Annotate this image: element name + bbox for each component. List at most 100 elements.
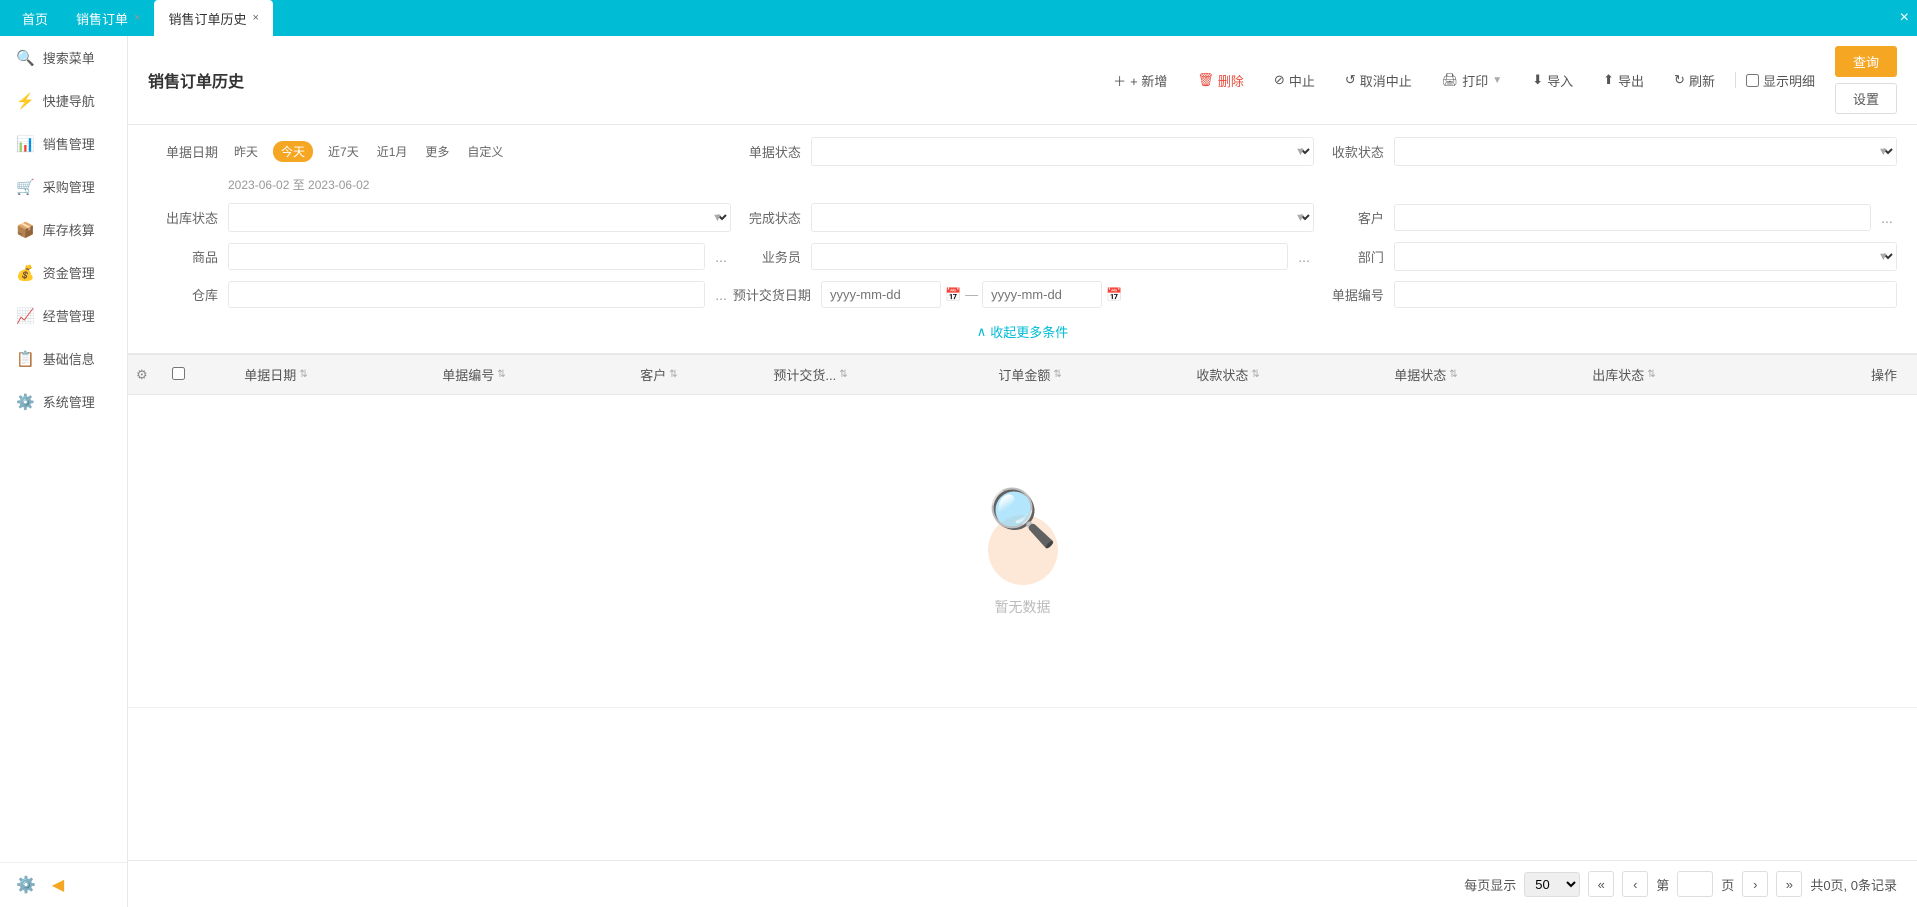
date-custom[interactable]: 自定义 [461, 141, 509, 162]
show-details-checkbox-wrap[interactable]: 显示明细 [1746, 71, 1815, 90]
delete-button[interactable]: 🗑 删除 [1187, 66, 1254, 95]
per-page-select[interactable]: 50 10 20 100 [1524, 872, 1580, 897]
salesperson-ellipsis[interactable]: ... [1294, 249, 1314, 265]
top-bar: 首页 销售订单 × 销售订单历史 × × [0, 0, 1917, 36]
order-status-sort-icon: ⇅ [1449, 369, 1457, 380]
department-select-wrap: ▼ [1394, 242, 1897, 271]
customer-label: 客户 [1314, 208, 1394, 227]
th-order-status-label: 单据状态 [1394, 365, 1446, 384]
delivery-date-end-input[interactable] [982, 281, 1102, 308]
sidebar-item-system-mgmt[interactable]: ⚙️ 系统管理 [0, 380, 127, 423]
first-page-button[interactable]: « [1588, 871, 1614, 897]
column-settings-icon[interactable]: ⚙ [136, 367, 148, 382]
amount-sort-icon: ⇅ [1053, 369, 1061, 380]
tab-sales-order[interactable]: 销售订单 × [62, 0, 154, 36]
filter-order-status-group: 单据状态 ▼ [731, 137, 1314, 166]
table-header-row: ⚙ 单据日期 ⇅ 单据编号 [128, 355, 1917, 395]
out-status-select[interactable] [228, 203, 731, 232]
import-button[interactable]: ⬇ 导入 [1522, 66, 1583, 95]
setting-button[interactable]: 设置 [1835, 83, 1897, 114]
th-amount-sort[interactable]: 订单金额 ⇅ [998, 365, 1180, 384]
th-order-status-sort[interactable]: 单据状态 ⇅ [1394, 365, 1576, 384]
table-area: ⚙ 单据日期 ⇅ 单据编号 [128, 354, 1917, 860]
department-label: 部门 [1314, 247, 1394, 266]
stop-button[interactable]: ⊘ 中止 [1264, 66, 1325, 95]
sidebar-item-inventory[interactable]: 📦 库存核算 [0, 208, 127, 251]
sidebar-item-business[interactable]: 📈 经营管理 [0, 294, 127, 337]
filter-row-1: 单据日期 昨天 今天 近7天 近1月 更多 自定义 单据状态 [148, 137, 1897, 166]
top-bar-right: × [1900, 9, 1909, 27]
sidebar-collapse-icon[interactable]: ◀ [52, 875, 64, 895]
date-last7[interactable]: 近7天 [322, 141, 365, 162]
current-page-input[interactable]: 1 [1677, 871, 1713, 897]
order-status-label: 单据状态 [731, 142, 811, 161]
complete-status-select[interactable] [811, 203, 1314, 232]
salesperson-field: ... [811, 243, 1314, 270]
select-all-checkbox[interactable] [172, 367, 185, 380]
sidebar-item-quick-nav[interactable]: ⚡ 快捷导航 [0, 79, 127, 122]
sidebar-item-system-mgmt-label: 系统管理 [43, 392, 95, 411]
show-details-checkbox[interactable] [1746, 74, 1759, 87]
cancel-stop-button[interactable]: ↺ 取消中止 [1335, 66, 1422, 95]
print-button[interactable]: 🖨 打印 ▼ [1432, 66, 1512, 95]
sidebar-item-search-menu[interactable]: 🔍 搜索菜单 [0, 36, 127, 79]
filter-warehouse-group: 仓库 ... [148, 281, 731, 308]
sidebar-settings-icon[interactable]: ⚙️ [16, 875, 36, 895]
th-customer-sort[interactable]: 客户 ⇅ [640, 365, 757, 384]
payment-status-select[interactable] [1394, 137, 1897, 166]
order-status-select[interactable] [811, 137, 1314, 166]
th-out-status-sort[interactable]: 出库状态 ⇅ [1592, 365, 1774, 384]
collapse-row[interactable]: ∧ 收起更多条件 [148, 318, 1897, 341]
date-field: 昨天 今天 近7天 近1月 更多 自定义 [228, 141, 731, 162]
department-select[interactable] [1394, 242, 1897, 271]
date-range-dash: — [965, 287, 978, 302]
sidebar-item-sales-mgmt-label: 销售管理 [43, 134, 95, 153]
date-yesterday[interactable]: 昨天 [228, 141, 264, 162]
th-number-sort[interactable]: 单据编号 ⇅ [442, 365, 624, 384]
date-today[interactable]: 今天 [273, 141, 313, 162]
customer-ellipsis[interactable]: ... [1877, 210, 1897, 226]
prev-page-button[interactable]: ‹ [1622, 871, 1648, 897]
sidebar-item-basic-info[interactable]: 📋 基础信息 [0, 337, 127, 380]
th-payment-status-sort[interactable]: 收款状态 ⇅ [1196, 365, 1378, 384]
last-page-button[interactable]: » [1776, 871, 1802, 897]
sidebar-item-purchase-mgmt[interactable]: 🛒 采购管理 [0, 165, 127, 208]
filter-row-2: 出库状态 ▼ 完成状态 ▼ [148, 203, 1897, 232]
sidebar-item-inventory-label: 库存核算 [43, 220, 95, 239]
th-date-sort[interactable]: 单据日期 ⇅ [244, 365, 426, 384]
query-button[interactable]: 查询 [1835, 46, 1897, 77]
salesperson-input[interactable] [811, 243, 1288, 270]
tab-sales-order-history[interactable]: 销售订单历史 × [154, 0, 272, 36]
tab-home[interactable]: 首页 [8, 0, 62, 36]
goods-ellipsis[interactable]: ... [711, 249, 731, 265]
complete-status-select-wrap: ▼ [811, 203, 1314, 232]
per-page-label: 每页显示 [1464, 875, 1516, 894]
refresh-button[interactable]: ↻ 刷新 [1664, 66, 1725, 95]
empty-figure-icon: 🔍 [988, 485, 1058, 551]
next-page-button[interactable]: › [1742, 871, 1768, 897]
tab-sales-order-close[interactable]: × [134, 12, 140, 24]
delivery-date-start-input[interactable] [821, 281, 941, 308]
goods-input[interactable] [228, 243, 705, 270]
order-number-input[interactable] [1394, 281, 1897, 308]
th-delivery-sort[interactable]: 预计交货... ⇅ [773, 365, 982, 384]
delete-icon: 🗑 [1197, 72, 1214, 88]
sidebar-item-sales-mgmt[interactable]: 📊 销售管理 [0, 122, 127, 165]
warehouse-ellipsis[interactable]: ... [711, 287, 731, 303]
export-button[interactable]: ⬆ 导出 [1593, 66, 1654, 95]
data-table: ⚙ 单据日期 ⇅ 单据编号 [128, 354, 1917, 708]
date-last1m[interactable]: 近1月 [371, 141, 414, 162]
refresh-icon: ↻ [1674, 72, 1685, 88]
window-close-button[interactable]: × [1900, 9, 1909, 27]
tab-sales-order-history-close[interactable]: × [252, 12, 258, 24]
add-icon: ＋ [1113, 71, 1126, 90]
date-more[interactable]: 更多 [419, 141, 455, 162]
add-label: + 新增 [1130, 71, 1167, 90]
calendar-start-icon[interactable]: 📅 [945, 287, 961, 303]
sidebar-item-business-label: 经营管理 [43, 306, 95, 325]
customer-input[interactable] [1394, 204, 1871, 231]
sidebar-item-finance[interactable]: 💰 资金管理 [0, 251, 127, 294]
add-button[interactable]: ＋ + 新增 [1103, 66, 1177, 95]
calendar-end-icon[interactable]: 📅 [1106, 287, 1122, 303]
warehouse-input[interactable] [228, 281, 705, 308]
